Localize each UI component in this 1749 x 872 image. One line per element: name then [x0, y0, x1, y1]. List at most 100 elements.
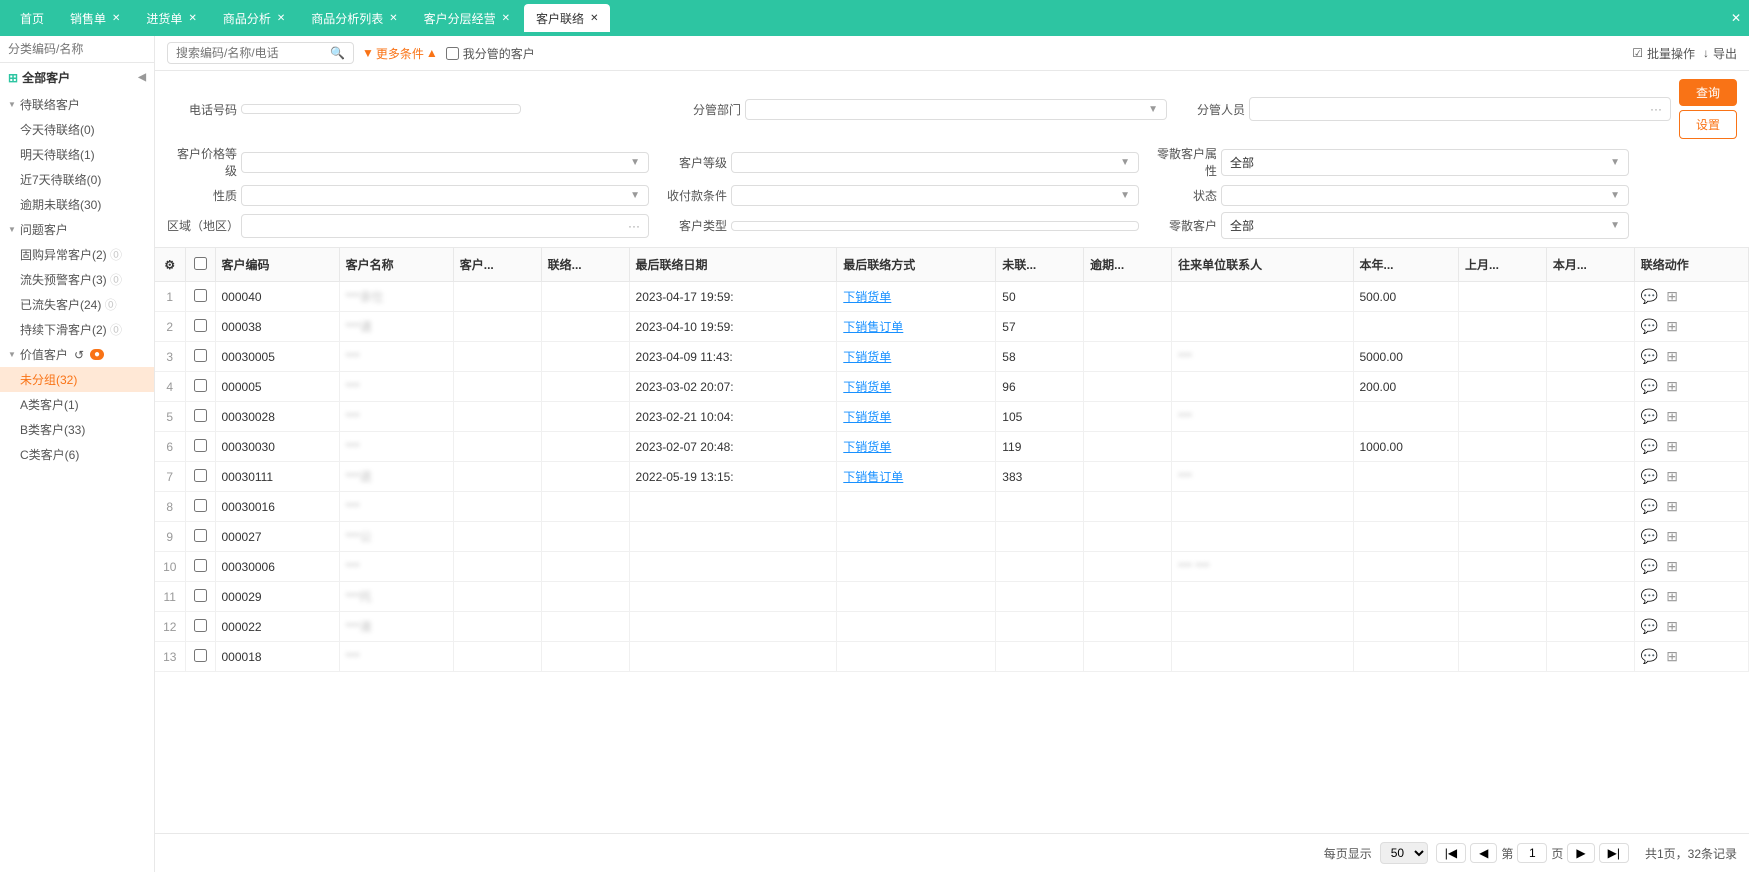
- page-input[interactable]: [1517, 843, 1547, 863]
- more-icon[interactable]: ⊞: [1666, 498, 1678, 515]
- last-method-link[interactable]: 下销货单: [843, 350, 891, 364]
- row-checkbox[interactable]: [194, 409, 207, 422]
- last-method-link[interactable]: 下销货单: [843, 410, 891, 424]
- tab-home[interactable]: 首页: [8, 4, 56, 32]
- cell-checkbox[interactable]: [185, 342, 215, 372]
- last-page-btn[interactable]: ▶|: [1599, 843, 1629, 863]
- row-checkbox[interactable]: [194, 649, 207, 662]
- row-checkbox[interactable]: [194, 619, 207, 632]
- chat-icon[interactable]: 💬: [1641, 498, 1658, 515]
- row-checkbox[interactable]: [194, 529, 207, 542]
- sidebar-overdue-pending[interactable]: 逾期未联络(30): [0, 192, 154, 217]
- more-icon[interactable]: ⊞: [1666, 438, 1678, 455]
- cell-checkbox[interactable]: [185, 492, 215, 522]
- prev-page-btn[interactable]: ◀: [1470, 843, 1497, 863]
- sidebar-class-a[interactable]: A类客户(1): [0, 392, 154, 417]
- tab-product-analysis[interactable]: 商品分析 ✕: [211, 4, 297, 32]
- tab-customer-tier[interactable]: 客户分层经营 ✕: [412, 4, 522, 32]
- chat-icon[interactable]: 💬: [1641, 528, 1658, 545]
- manager-input[interactable]: ···: [1249, 97, 1671, 121]
- last-method-link[interactable]: 下销货单: [843, 440, 891, 454]
- customer-type-input[interactable]: [731, 221, 1139, 231]
- sidebar-churn-warning[interactable]: 流失预警客户(3) ⓪: [0, 267, 154, 292]
- reset-button[interactable]: 设置: [1679, 110, 1737, 139]
- more-icon[interactable]: ⊞: [1666, 288, 1678, 305]
- export-btn[interactable]: ↓ 导出: [1703, 45, 1737, 62]
- tab-sales-close[interactable]: ✕: [112, 13, 120, 24]
- price-level-input[interactable]: ▼: [241, 152, 649, 173]
- th-settings[interactable]: ⚙: [155, 248, 185, 282]
- row-checkbox[interactable]: [194, 499, 207, 512]
- cell-checkbox[interactable]: [185, 612, 215, 642]
- per-page-select[interactable]: 50: [1380, 842, 1428, 864]
- more-icon[interactable]: ⊞: [1666, 348, 1678, 365]
- chat-icon[interactable]: 💬: [1641, 468, 1658, 485]
- tab-product-analysis-list-close[interactable]: ✕: [389, 13, 397, 24]
- next-page-btn[interactable]: ▶: [1567, 843, 1594, 863]
- retail-attr-input[interactable]: 全部 ▼: [1221, 149, 1629, 176]
- batch-ops-btn[interactable]: ☑ 批量操作: [1632, 45, 1695, 62]
- refresh-icon[interactable]: ↺: [74, 348, 84, 362]
- sidebar-tomorrow-pending[interactable]: 明天待联络(1): [0, 142, 154, 167]
- tab-customer-contact-close[interactable]: ✕: [590, 13, 598, 24]
- row-checkbox[interactable]: [194, 469, 207, 482]
- tab-purchase-close[interactable]: ✕: [188, 13, 196, 24]
- more-icon[interactable]: ⊞: [1666, 558, 1678, 575]
- cell-checkbox[interactable]: [185, 372, 215, 402]
- row-checkbox[interactable]: [194, 319, 207, 332]
- chat-icon[interactable]: 💬: [1641, 378, 1658, 395]
- last-method-link[interactable]: 下销货单: [843, 290, 891, 304]
- first-page-btn[interactable]: |◀: [1436, 843, 1466, 863]
- main-search-icon[interactable]: 🔍: [330, 46, 345, 60]
- retail-input[interactable]: 全部 ▼: [1221, 212, 1629, 239]
- chat-icon[interactable]: 💬: [1641, 558, 1658, 575]
- dept-input[interactable]: ▼: [745, 99, 1167, 120]
- sidebar-lost[interactable]: 已流失客户(24) ⓪: [0, 292, 154, 317]
- tab-product-analysis-close[interactable]: ✕: [277, 13, 285, 24]
- chat-icon[interactable]: 💬: [1641, 438, 1658, 455]
- more-icon[interactable]: ⊞: [1666, 468, 1678, 485]
- cell-checkbox[interactable]: [185, 552, 215, 582]
- sidebar-class-b[interactable]: B类客户(33): [0, 417, 154, 442]
- more-icon[interactable]: ⊞: [1666, 378, 1678, 395]
- row-checkbox[interactable]: [194, 439, 207, 452]
- tab-sales[interactable]: 销售单 ✕: [58, 4, 132, 32]
- chat-icon[interactable]: 💬: [1641, 588, 1658, 605]
- status-input[interactable]: ▼: [1221, 185, 1629, 206]
- select-all-checkbox[interactable]: [194, 257, 207, 270]
- cell-checkbox[interactable]: [185, 282, 215, 312]
- value-group[interactable]: ▼ 价值客户 ↺ ●: [0, 342, 154, 367]
- cell-checkbox[interactable]: [185, 462, 215, 492]
- chat-icon[interactable]: 💬: [1641, 408, 1658, 425]
- pending-group[interactable]: ▼ 待联络客户: [0, 92, 154, 117]
- cell-checkbox[interactable]: [185, 642, 215, 672]
- chat-icon[interactable]: 💬: [1641, 648, 1658, 665]
- row-checkbox[interactable]: [194, 349, 207, 362]
- last-method-link[interactable]: 下销货单: [843, 380, 891, 394]
- tab-customer-tier-close[interactable]: ✕: [502, 13, 510, 24]
- more-filters-btn[interactable]: ▼ 更多条件 ▲: [362, 45, 438, 62]
- last-method-link[interactable]: 下销售订单: [843, 470, 903, 484]
- cell-checkbox[interactable]: [185, 312, 215, 342]
- tab-customer-contact[interactable]: 客户联络 ✕: [524, 4, 610, 32]
- sidebar-decreasing[interactable]: 持续下滑客户(2) ⓪: [0, 317, 154, 342]
- my-customers-check[interactable]: 我分管的客户: [446, 45, 535, 62]
- more-icon[interactable]: ⊞: [1666, 648, 1678, 665]
- tab-purchase[interactable]: 进货单 ✕: [134, 4, 208, 32]
- tab-close-all[interactable]: ✕: [1731, 11, 1741, 25]
- sidebar-class-c[interactable]: C类客户(6): [0, 442, 154, 467]
- sidebar-abnormal[interactable]: 固购异常客户(2) ⓪: [0, 242, 154, 267]
- sidebar-today-pending[interactable]: 今天待联络(0): [0, 117, 154, 142]
- sidebar-unclassified[interactable]: 未分组(32): [0, 367, 154, 392]
- collapse-icon[interactable]: ◀: [138, 72, 146, 83]
- phone-input[interactable]: [241, 104, 521, 114]
- customer-level-input[interactable]: ▼: [731, 152, 1139, 173]
- cell-checkbox[interactable]: [185, 522, 215, 552]
- chat-icon[interactable]: 💬: [1641, 288, 1658, 305]
- problem-group[interactable]: ▼ 问题客户: [0, 217, 154, 242]
- row-checkbox[interactable]: [194, 589, 207, 602]
- cell-checkbox[interactable]: [185, 432, 215, 462]
- cell-checkbox[interactable]: [185, 402, 215, 432]
- last-method-link[interactable]: 下销售订单: [843, 320, 903, 334]
- more-icon[interactable]: ⊞: [1666, 618, 1678, 635]
